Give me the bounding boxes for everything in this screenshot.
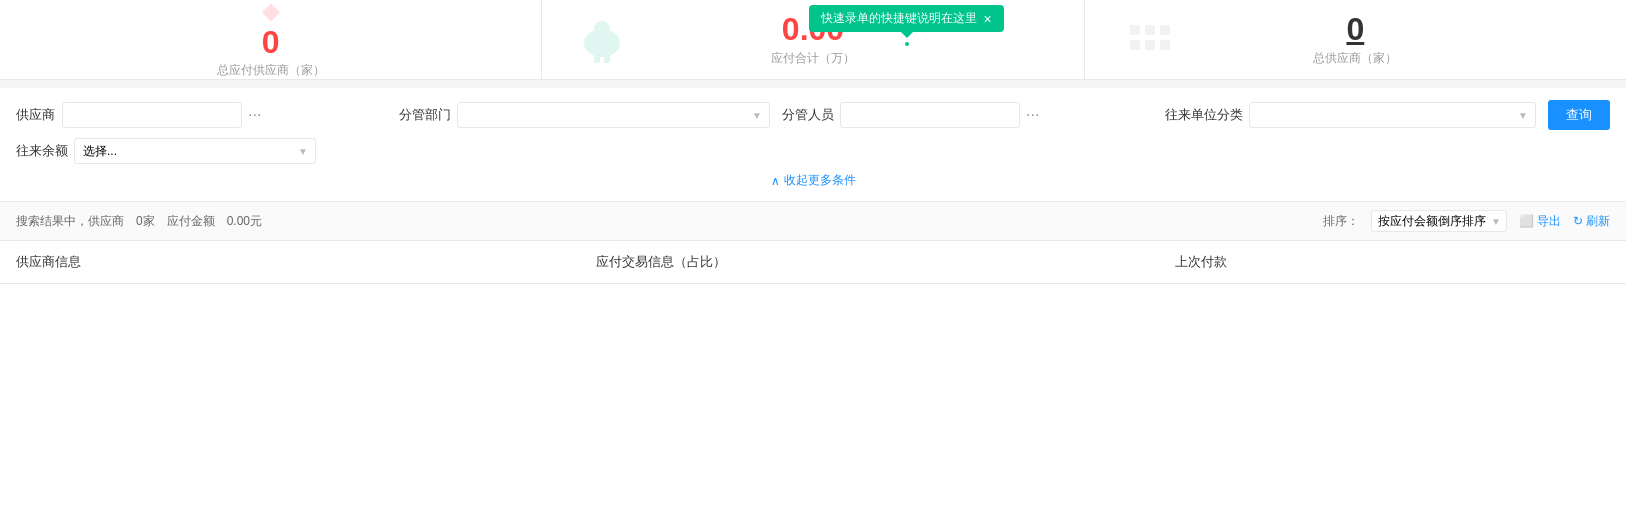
- refresh-label: 刷新: [1586, 213, 1610, 230]
- filter-supplier: 供应商 ···: [16, 102, 387, 128]
- svg-rect-4: [604, 55, 610, 63]
- sort-label: 排序：: [1323, 213, 1359, 230]
- export-icon: ⬜: [1519, 214, 1534, 228]
- tooltip-close-btn[interactable]: ×: [983, 12, 991, 26]
- tooltip-bubble: 快速录单的快捷键说明在这里 ×: [809, 5, 1003, 32]
- stat-payable-total-label: 应付合计（万）: [771, 50, 855, 67]
- tooltip-text: 快速录单的快捷键说明在这里: [821, 10, 977, 27]
- stats-bar: 0 总应付供应商（家） 0.00 应付合计（万） 快速录单的快捷键说明在这里 ×: [0, 0, 1626, 80]
- department-select[interactable]: [457, 102, 770, 128]
- person-dots-btn[interactable]: ···: [1026, 107, 1039, 123]
- filter-bar: 供应商 ··· 分管部门 ▼ 分管人员 ··· 往来单位分类: [0, 88, 1626, 202]
- tooltip-dot: [903, 40, 911, 48]
- svg-rect-5: [1130, 25, 1140, 35]
- export-label: 导出: [1537, 213, 1561, 230]
- filter-balance: 往来余额 选择... ▼: [16, 138, 316, 164]
- unit-class-label: 往来单位分类: [1165, 106, 1243, 124]
- supplier-input[interactable]: [62, 102, 242, 128]
- svg-rect-9: [1145, 40, 1155, 50]
- balance-select[interactable]: 选择...: [74, 138, 316, 164]
- stat-suppliers-number: 0: [1346, 12, 1364, 47]
- col-supplier-header: 供应商信息: [16, 253, 596, 271]
- stat-suppliers-label: 总供应商（家）: [1313, 50, 1397, 67]
- collapse-up-icon: ∧: [771, 174, 780, 188]
- svg-rect-3: [594, 55, 600, 63]
- filter-unit-class: 往来单位分类 ▼: [1165, 102, 1536, 128]
- diamond-icon: [251, 0, 291, 25]
- supplier-label: 供应商: [16, 106, 56, 124]
- svg-rect-8: [1130, 40, 1140, 50]
- supplier-count: 0家: [136, 213, 155, 230]
- grid-icon: [1125, 20, 1175, 60]
- filter-row-2: 往来余额 选择... ▼: [16, 138, 1610, 164]
- export-button[interactable]: ⬜ 导出: [1519, 213, 1561, 230]
- results-info: 搜索结果中，供应商 0家 应付金额 0.00元: [16, 213, 262, 230]
- svg-point-2: [594, 21, 610, 37]
- collapse-btn-label: 收起更多条件: [784, 172, 856, 189]
- stat-total-suppliers: 0 总供应商（家）: [1085, 0, 1626, 79]
- search-result-label: 搜索结果中，供应商: [16, 213, 124, 230]
- balance-select-wrapper: 选择... ▼: [74, 138, 316, 164]
- amount-value: 0.00元: [227, 213, 262, 230]
- person-label: 分管人员: [782, 106, 834, 124]
- collapse-row: ∧ 收起更多条件: [16, 172, 1610, 189]
- svg-rect-0: [262, 4, 280, 22]
- svg-rect-10: [1160, 40, 1170, 50]
- unit-class-select-wrapper: ▼: [1249, 102, 1536, 128]
- table-header: 供应商信息 应付交易信息（占比） 上次付款: [0, 241, 1626, 284]
- sort-select[interactable]: 按应付会额倒序排序: [1371, 210, 1507, 232]
- unit-class-select[interactable]: [1249, 102, 1536, 128]
- department-label: 分管部门: [399, 106, 451, 124]
- col-transaction-header: 应付交易信息（占比）: [596, 253, 1176, 271]
- filter-department: 分管部门 ▼: [399, 102, 770, 128]
- svg-rect-6: [1145, 25, 1155, 35]
- table-body: [0, 284, 1626, 515]
- results-actions: 排序： 按应付会额倒序排序 ▼ ⬜ 导出 ↻ 刷新: [1323, 210, 1610, 232]
- piggybank-icon: [572, 15, 632, 65]
- refresh-icon: ↻: [1573, 214, 1583, 228]
- results-bar: 搜索结果中，供应商 0家 应付金额 0.00元 排序： 按应付会额倒序排序 ▼ …: [0, 202, 1626, 241]
- person-input[interactable]: [840, 102, 1020, 128]
- amount-label: 应付金额: [167, 213, 215, 230]
- sort-wrapper: 按应付会额倒序排序 ▼: [1371, 210, 1507, 232]
- stat-payable-label: 总应付供应商（家）: [217, 62, 325, 79]
- filter-row-1: 供应商 ··· 分管部门 ▼ 分管人员 ··· 往来单位分类: [16, 100, 1610, 130]
- stat-payable-total: 0.00 应付合计（万） 快速录单的快捷键说明在这里 ×: [542, 0, 1084, 79]
- search-button[interactable]: 查询: [1548, 100, 1610, 130]
- supplier-dots-btn[interactable]: ···: [248, 107, 261, 123]
- col-payment-header: 上次付款: [1175, 253, 1610, 271]
- balance-label: 往来余额: [16, 142, 68, 160]
- svg-rect-7: [1160, 25, 1170, 35]
- filter-person: 分管人员 ···: [782, 102, 1153, 128]
- collapse-btn[interactable]: ∧ 收起更多条件: [771, 172, 856, 189]
- stat-total-payable-suppliers: 0 总应付供应商（家）: [0, 0, 542, 79]
- department-select-wrapper: ▼: [457, 102, 770, 128]
- stat-payable-number: 0: [262, 25, 280, 60]
- refresh-button[interactable]: ↻ 刷新: [1573, 213, 1610, 230]
